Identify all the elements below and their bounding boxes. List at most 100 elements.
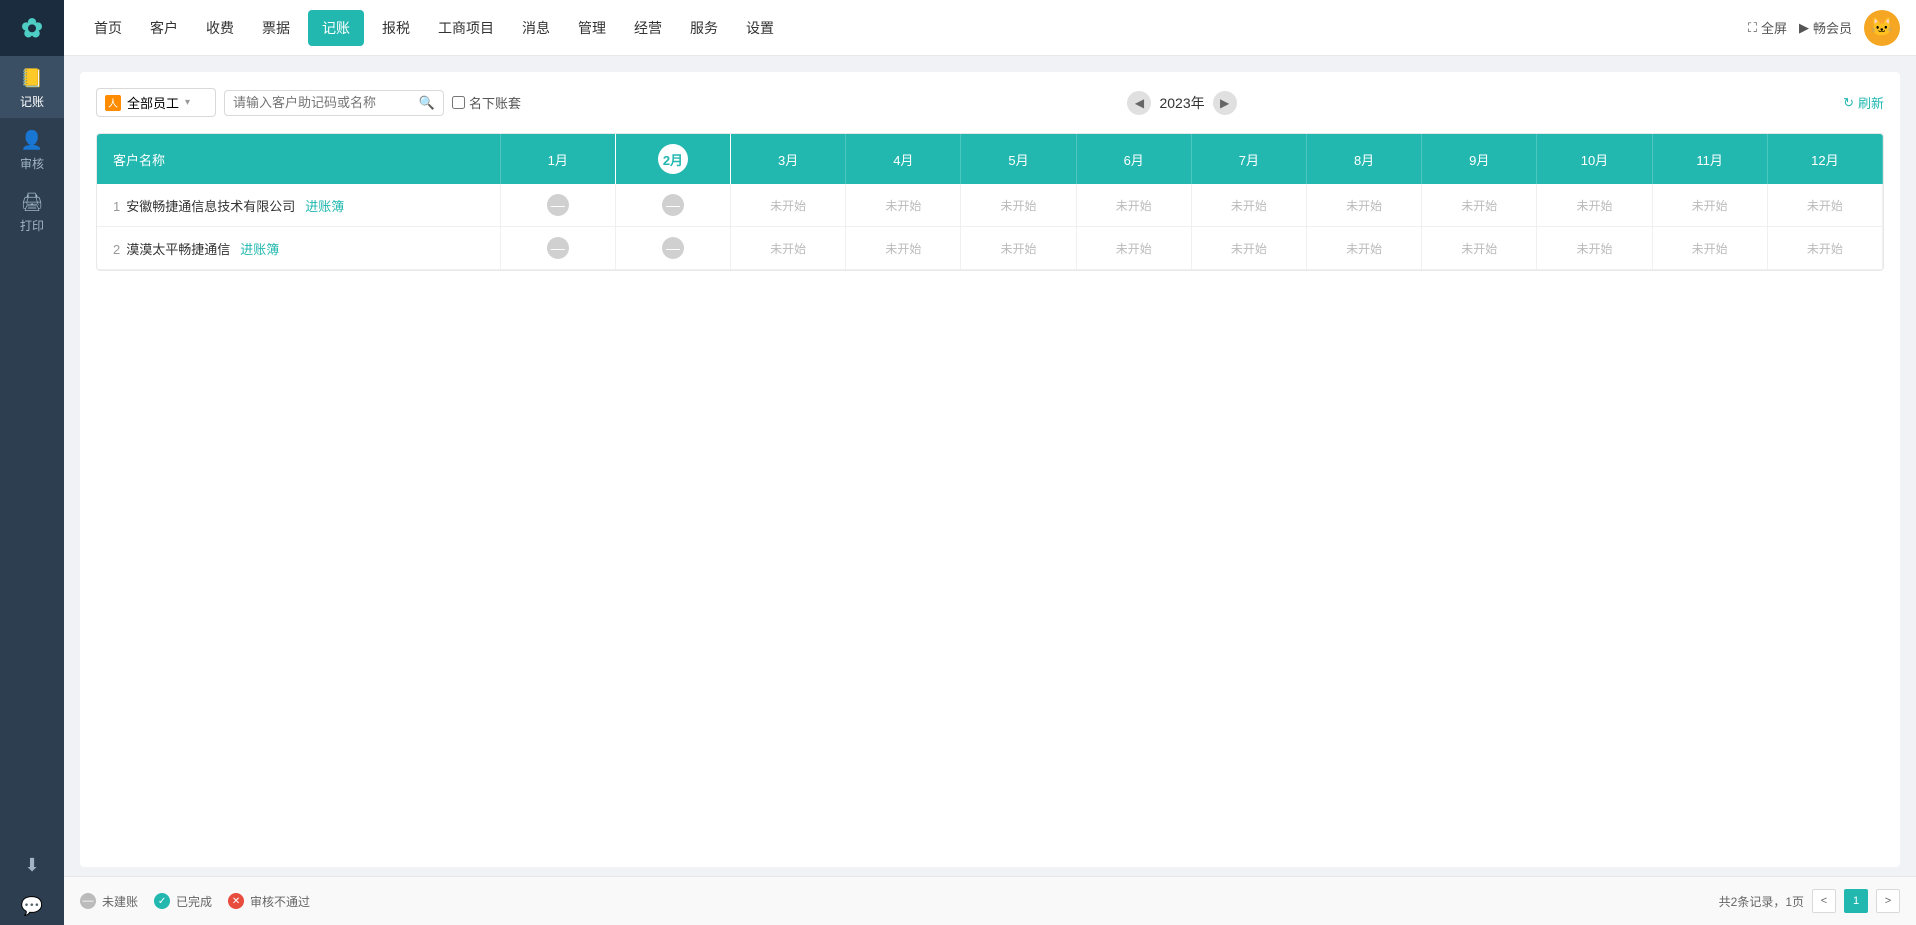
accounts-table: 客户名称 1月 2月 3月 4月 5月 6月 7月 8月 9月	[97, 134, 1883, 270]
table-cell-m11: 未开始	[1652, 227, 1767, 270]
table-row: 2漠漠太平畅捷通信进账簿——未开始未开始未开始未开始未开始未开始未开始未开始未开…	[97, 227, 1883, 270]
sidebar: ✿ 📒 记账 👤 审核 🖨 打印 ⬇ 💬	[0, 0, 64, 925]
table-cell-m10: 未开始	[1537, 184, 1652, 227]
row-number: 1	[113, 199, 120, 214]
table-cell-m6: 未开始	[1076, 227, 1191, 270]
nav-right: ⛶ 全屏 ▶ 畅会员 🐱	[1748, 10, 1900, 46]
fullscreen-button[interactable]: ⛶ 全屏	[1748, 18, 1787, 37]
nav-client[interactable]: 客户	[136, 0, 192, 56]
year-nav: ◀ 2023年 ▶	[1127, 91, 1236, 115]
status-not-started: 未开始	[1001, 242, 1037, 256]
sidebar-item-bookkeeping[interactable]: 📒 记账	[0, 56, 64, 118]
prev-page-button[interactable]: <	[1812, 889, 1836, 913]
status-not-started: 未开始	[1692, 199, 1728, 213]
status-not-started: 未开始	[1807, 199, 1843, 213]
table-cell-m3: 未开始	[731, 227, 846, 270]
enter-link[interactable]: 进账簿	[240, 242, 279, 257]
table-cell-m3: 未开始	[731, 184, 846, 227]
status-not-started: 未开始	[1576, 242, 1612, 256]
download-icon: ⬇	[24, 855, 39, 876]
sidebar-item-print[interactable]: 🖨 打印	[0, 180, 64, 242]
table-cell-m8: 未开始	[1306, 184, 1421, 227]
sidebar-item-audit[interactable]: 👤 审核	[0, 118, 64, 180]
toolbar: 人 全部员工 ▾ 🔍 名下账套 ◀ 2023年 ▶	[96, 88, 1884, 117]
status-not-started: 未开始	[885, 199, 921, 213]
member-button[interactable]: ▶ 畅会员	[1799, 18, 1852, 37]
col-m9: 9月	[1422, 134, 1537, 184]
print-icon: 🖨	[21, 192, 44, 213]
status-not-started: 未开始	[1461, 242, 1497, 256]
col-m4: 4月	[846, 134, 961, 184]
col-m5: 5月	[961, 134, 1076, 184]
col-m10: 10月	[1537, 134, 1652, 184]
status-not-started: 未开始	[770, 199, 806, 213]
row-number: 2	[113, 242, 120, 257]
table-cell-m4: 未开始	[846, 227, 961, 270]
my-accounts-checkbox-input[interactable]	[452, 96, 465, 109]
table-cell-m11: 未开始	[1652, 184, 1767, 227]
status-dash: —	[547, 194, 569, 216]
table-cell-name: 2漠漠太平畅捷通信进账簿	[97, 227, 500, 270]
status-not-started: 未开始	[1346, 199, 1382, 213]
col-m7: 7月	[1191, 134, 1306, 184]
table-row: 1安徽畅捷通信息技术有限公司进账簿——未开始未开始未开始未开始未开始未开始未开始…	[97, 184, 1883, 227]
nav-operation[interactable]: 经营	[620, 0, 676, 56]
refresh-button[interactable]: ↻ 刷新	[1843, 93, 1884, 112]
table-cell-m2: —	[615, 184, 730, 227]
search-icon[interactable]: 🔍	[419, 95, 435, 111]
status-not-started: 未开始	[770, 242, 806, 256]
search-box: 🔍	[224, 90, 444, 116]
nav-service[interactable]: 服务	[676, 0, 732, 56]
refresh-icon: ↻	[1843, 95, 1854, 111]
table-cell-name: 1 安徽畅捷通信息技术有限公司进账簿	[97, 184, 500, 227]
legend-not-built: — 未建账	[80, 893, 138, 910]
chevron-down-icon: ▾	[185, 97, 190, 108]
search-input[interactable]	[233, 95, 413, 110]
col-m12: 12月	[1767, 134, 1882, 184]
my-accounts-checkbox[interactable]: 名下账套	[452, 93, 521, 112]
nav-tax[interactable]: 报税	[368, 0, 424, 56]
table-cell-m1: —	[500, 184, 615, 227]
nav-manage[interactable]: 管理	[564, 0, 620, 56]
company-name: 安徽畅捷通信息技术有限公司	[126, 199, 295, 214]
sidebar-item-support[interactable]: 💬	[0, 884, 64, 925]
employee-select[interactable]: 人 全部员工 ▾	[96, 88, 216, 117]
nav-home[interactable]: 首页	[80, 0, 136, 56]
nav-settings[interactable]: 设置	[732, 0, 788, 56]
table-cell-m7: 未开始	[1191, 184, 1306, 227]
col-m1: 1月	[500, 134, 615, 184]
bookkeeping-icon: 📒	[21, 68, 43, 89]
status-dash: —	[662, 237, 684, 259]
footer: — 未建账 ✓ 已完成 ✕ 审核不通过 共2条记录，1页 < 1 >	[64, 876, 1916, 925]
nav-message[interactable]: 消息	[508, 0, 564, 56]
status-not-started: 未开始	[1807, 242, 1843, 256]
fullscreen-icon: ⛶	[1748, 20, 1757, 36]
page-1-button[interactable]: 1	[1844, 889, 1868, 913]
table-cell-m6: 未开始	[1076, 184, 1191, 227]
topnav: 首页 客户 收费 票据 记账 报税 工商项目 消息 管理 经营 服务 设置 ⛶ …	[64, 0, 1916, 56]
status-dash: —	[547, 237, 569, 259]
sidebar-item-label: 记账	[20, 93, 44, 110]
table-cell-m8: 未开始	[1306, 227, 1421, 270]
next-page-button[interactable]: >	[1876, 889, 1900, 913]
nav-bookkeeping[interactable]: 记账	[308, 10, 364, 46]
legend-completed: ✓ 已完成	[154, 893, 212, 910]
table-cell-m7: 未开始	[1191, 227, 1306, 270]
avatar[interactable]: 🐱	[1864, 10, 1900, 46]
audit-icon: 👤	[21, 130, 43, 151]
nav-invoice[interactable]: 票据	[248, 0, 304, 56]
table-cell-m9: 未开始	[1422, 184, 1537, 227]
table-cell-m9: 未开始	[1422, 227, 1537, 270]
col-m11: 11月	[1652, 134, 1767, 184]
year-next-button[interactable]: ▶	[1213, 91, 1237, 115]
nav-business[interactable]: 工商项目	[424, 0, 508, 56]
sidebar-item-download[interactable]: ⬇	[0, 843, 64, 884]
year-prev-button[interactable]: ◀	[1127, 91, 1151, 115]
current-month-circle: 2月	[658, 144, 688, 174]
enter-link[interactable]: 进账簿	[305, 199, 344, 214]
sidebar-item-label: 审核	[20, 155, 44, 172]
table-cell-m12: 未开始	[1767, 184, 1882, 227]
status-not-started: 未开始	[1231, 199, 1267, 213]
member-icon: ▶	[1799, 20, 1809, 36]
nav-billing[interactable]: 收费	[192, 0, 248, 56]
